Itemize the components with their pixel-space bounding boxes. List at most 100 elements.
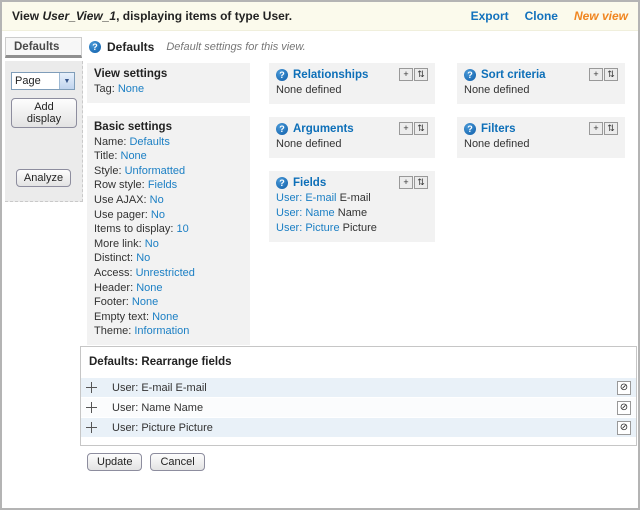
- title-suffix: , displaying items of type User.: [116, 9, 293, 23]
- field-link[interactable]: User: Name: [276, 207, 335, 219]
- display-sidebar: Page ▼ Add display Analyze: [5, 61, 83, 202]
- setting-row: Footer: None: [94, 295, 243, 310]
- add-item-icon-button[interactable]: +: [589, 122, 603, 135]
- setting-row: Tag: None: [94, 82, 243, 97]
- empty-text: None defined: [276, 138, 342, 150]
- rearrange-row: User: E-mail E-mail ⊘: [81, 378, 636, 397]
- setting-row: Access: Unrestricted: [94, 266, 243, 281]
- new-view-link[interactable]: New view: [574, 9, 628, 23]
- remove-field-icon-button[interactable]: ⊘: [617, 400, 631, 415]
- setting-row: Empty text: None: [94, 310, 243, 325]
- add-item-icon-button[interactable]: +: [399, 122, 413, 135]
- title-prefix: View: [12, 9, 43, 23]
- sort-criteria-box: ? Sort criteria + ⇅ None defined: [457, 63, 625, 104]
- setting-label: Style:: [94, 164, 122, 177]
- rearrange-icon-button[interactable]: ⇅: [414, 176, 428, 189]
- setting-value-link[interactable]: No: [150, 194, 164, 206]
- setting-value-link[interactable]: None: [118, 83, 144, 95]
- setting-row: Style: Unformatted: [94, 164, 243, 179]
- rearrange-panel-title: Defaults: Rearrange fields: [89, 356, 232, 368]
- setting-value-link[interactable]: Unformatted: [125, 165, 186, 177]
- setting-value-link[interactable]: None: [136, 282, 162, 294]
- setting-value-link[interactable]: Unrestricted: [136, 267, 195, 279]
- rearrange-row-label: User: E-mail E-mail: [112, 381, 207, 394]
- setting-value-link[interactable]: No: [136, 252, 150, 264]
- views-ui-page: View User_View_1, displaying items of ty…: [0, 0, 640, 510]
- setting-value-link[interactable]: No: [145, 238, 159, 250]
- help-icon[interactable]: ?: [276, 68, 288, 81]
- drag-handle-icon[interactable]: [86, 402, 97, 413]
- setting-row: Items to display: 10: [94, 222, 243, 237]
- cancel-button[interactable]: Cancel: [150, 453, 205, 471]
- setting-row: Distinct: No: [94, 251, 243, 266]
- field-link[interactable]: User: Picture: [276, 222, 340, 234]
- rearrange-icon-button[interactable]: ⇅: [604, 68, 618, 81]
- empty-text: None defined: [276, 84, 342, 96]
- rearrange-icon-button[interactable]: ⇅: [414, 68, 428, 81]
- help-icon[interactable]: ?: [89, 41, 101, 53]
- rearrange-fields-panel: Defaults: Rearrange fields User: E-mail …: [80, 346, 637, 446]
- add-display-button[interactable]: Add display: [11, 98, 77, 128]
- setting-row: Use pager: No: [94, 208, 243, 223]
- help-icon[interactable]: ?: [464, 122, 476, 135]
- setting-value-link[interactable]: None: [152, 311, 178, 323]
- rearrange-row-label: User: Name Name: [112, 401, 204, 414]
- analyze-button[interactable]: Analyze: [15, 169, 72, 187]
- rearrange-row-label: User: Picture Picture: [112, 421, 213, 434]
- fields-box: ? Fields + ⇅ User: E-mail E-mail User: N…: [269, 171, 435, 242]
- add-item-icon-button[interactable]: +: [399, 176, 413, 189]
- add-item-icon-button[interactable]: +: [589, 68, 603, 81]
- remove-field-icon-button[interactable]: ⊘: [617, 420, 631, 435]
- setting-row: More link: No: [94, 237, 243, 252]
- help-icon[interactable]: ?: [276, 176, 288, 189]
- setting-row: Header: None: [94, 281, 243, 296]
- drag-handle-icon[interactable]: [86, 382, 97, 393]
- setting-value-link[interactable]: No: [151, 209, 165, 221]
- remove-field-icon-button[interactable]: ⊘: [617, 380, 631, 395]
- setting-label: Name:: [94, 135, 127, 148]
- setting-label: Empty text:: [94, 310, 150, 323]
- rearrange-row: User: Name Name ⊘: [81, 398, 636, 417]
- help-icon[interactable]: ?: [276, 122, 288, 135]
- field-link[interactable]: User: E-mail: [276, 192, 337, 204]
- clone-link[interactable]: Clone: [525, 9, 558, 23]
- setting-label: Use pager:: [94, 208, 148, 221]
- tab-defaults[interactable]: Defaults: [5, 37, 82, 58]
- setting-row: Theme: Information: [94, 324, 243, 339]
- setting-value-link[interactable]: None: [121, 150, 147, 162]
- chevron-down-icon: ▼: [59, 73, 74, 89]
- basic-settings-title: Basic settings: [94, 120, 172, 133]
- drag-handle-icon[interactable]: [86, 422, 97, 433]
- header-links: Export Clone New view: [471, 9, 628, 23]
- help-icon[interactable]: ?: [464, 68, 476, 81]
- setting-label: Items to display:: [94, 223, 174, 236]
- setting-value-link[interactable]: None: [132, 296, 158, 308]
- relationships-box: ? Relationships + ⇅ None defined: [269, 63, 435, 104]
- setting-value-link[interactable]: Fields: [148, 179, 177, 191]
- setting-value-link[interactable]: Information: [134, 325, 189, 337]
- relationships-title-link[interactable]: Relationships: [293, 69, 368, 81]
- form-actions: Update Cancel: [87, 453, 205, 471]
- fields-title-link[interactable]: Fields: [293, 177, 326, 189]
- display-type-select-value: Page: [15, 75, 41, 87]
- setting-value-link[interactable]: 10: [177, 223, 189, 235]
- setting-label: Footer:: [94, 296, 129, 309]
- export-link[interactable]: Export: [471, 9, 509, 23]
- filters-box: ? Filters + ⇅ None defined: [457, 117, 625, 158]
- empty-text: None defined: [464, 138, 530, 150]
- arguments-title-link[interactable]: Arguments: [293, 123, 354, 135]
- setting-label: Header:: [94, 281, 134, 294]
- filters-title-link[interactable]: Filters: [481, 123, 516, 135]
- right-column: ? Sort criteria + ⇅ None defined ? Filte…: [457, 63, 625, 158]
- rearrange-icon-button[interactable]: ⇅: [604, 122, 618, 135]
- views-edit-area: Defaults Page ▼ Add display Analyze ? De…: [2, 31, 638, 508]
- view-name: User_View_1: [42, 9, 117, 23]
- update-button[interactable]: Update: [87, 453, 143, 471]
- setting-value-link[interactable]: Defaults: [129, 136, 169, 148]
- display-type-select[interactable]: Page ▼: [11, 72, 75, 90]
- empty-text: None defined: [464, 84, 530, 96]
- add-item-icon-button[interactable]: +: [399, 68, 413, 81]
- setting-label: Access:: [94, 266, 133, 279]
- sort-criteria-title-link[interactable]: Sort criteria: [481, 69, 546, 81]
- rearrange-icon-button[interactable]: ⇅: [414, 122, 428, 135]
